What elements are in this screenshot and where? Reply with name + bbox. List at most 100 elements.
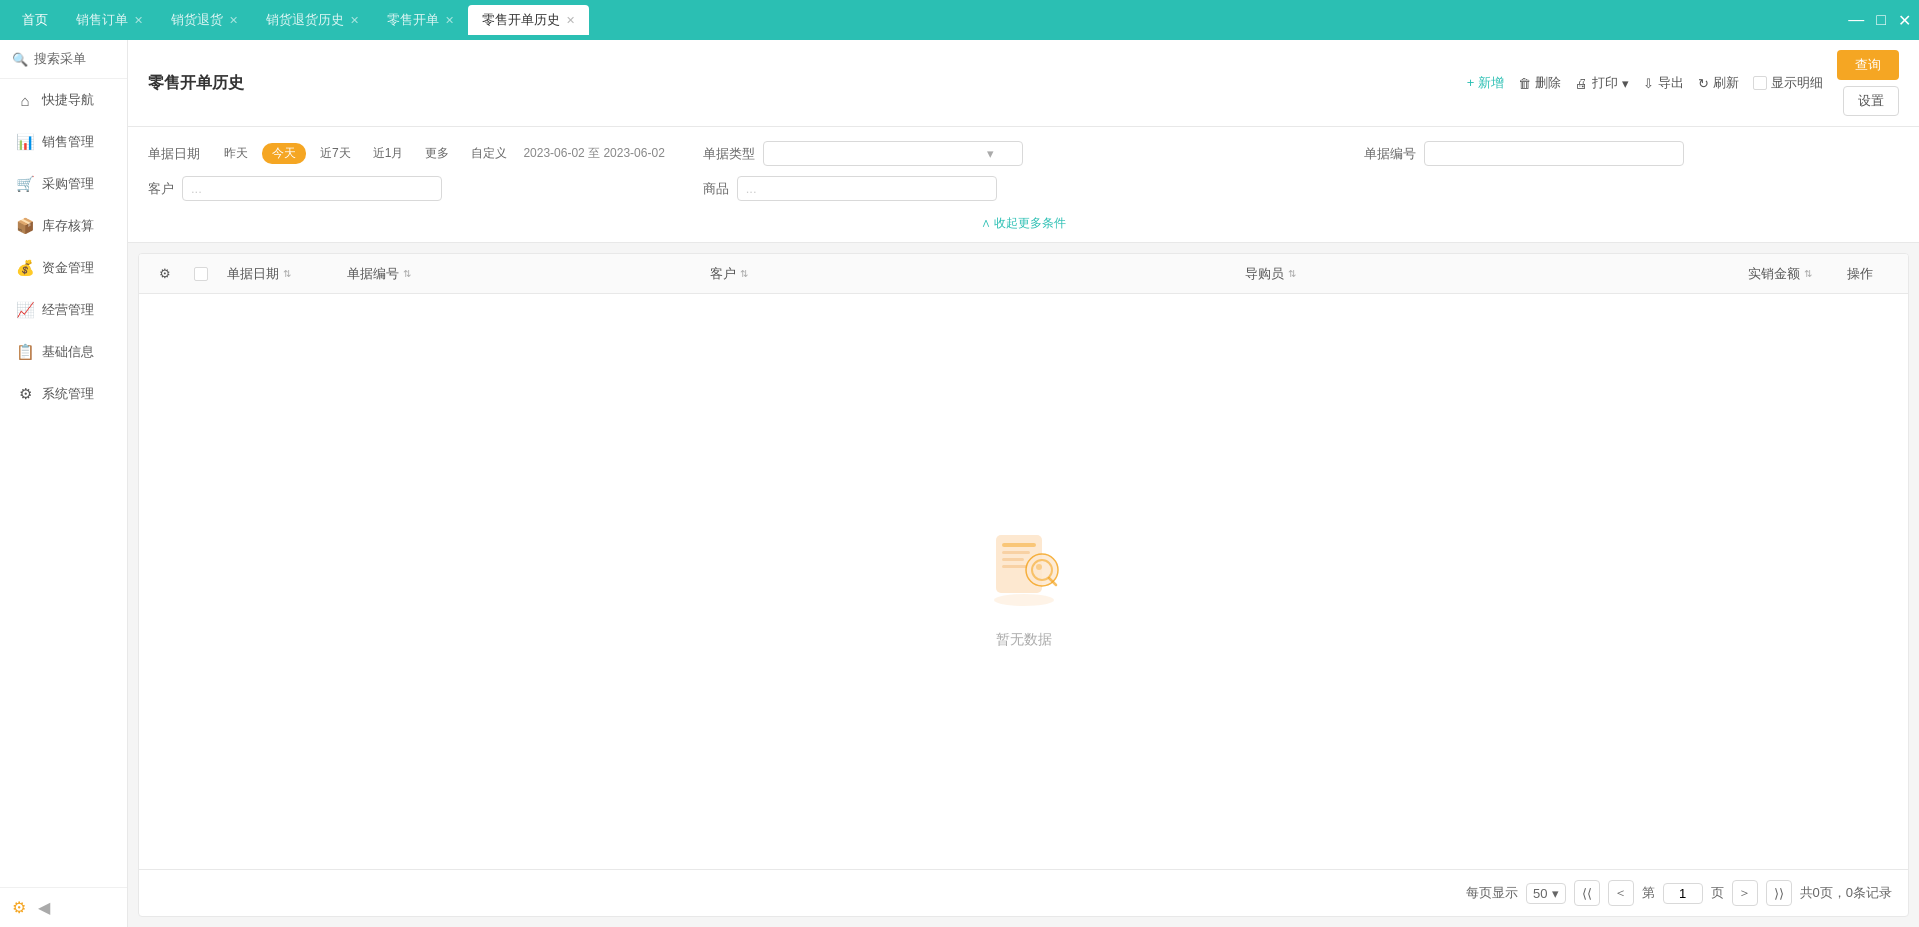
date-btn-7days[interactable]: 近7天 <box>312 143 359 164</box>
add-button[interactable]: + 新增 <box>1467 74 1504 92</box>
sidebar: 🔍 搜索采单 ⌂ 快捷导航 📊 销售管理 🛒 采购管理 📦 库存核算 💰 资金管… <box>0 40 128 927</box>
top-tab-bar: 首页 销售订单 ✕ 销货退货 ✕ 销货退货历史 ✕ 零售开单 ✕ 零售开单历史 … <box>0 0 1919 40</box>
tab-retail-history-label: 零售开单历史 <box>482 11 560 29</box>
tab-return[interactable]: 销货退货 ✕ <box>157 5 252 35</box>
tab-retail-label: 零售开单 <box>387 11 439 29</box>
table-select-all-checkbox[interactable] <box>194 267 208 281</box>
gear-icon: ⚙ <box>16 385 34 403</box>
th-customer-sort[interactable]: ⇅ <box>740 268 748 279</box>
sidebar-finance-mgmt-label: 资金管理 <box>42 259 94 277</box>
sidebar-search-label: 搜索采单 <box>34 50 86 68</box>
th-billno: 单据编号 ⇅ <box>339 265 702 283</box>
sidebar-item-purchase-mgmt[interactable]: 🛒 采购管理 <box>0 163 127 205</box>
query-button[interactable]: 查询 <box>1837 50 1899 80</box>
tab-sales-order[interactable]: 销售订单 ✕ <box>62 5 157 35</box>
sidebar-purchase-mgmt-label: 采购管理 <box>42 175 94 193</box>
home-icon: ⌂ <box>16 91 34 109</box>
tab-sales-order-label: 销售订单 <box>76 11 128 29</box>
maximize-btn[interactable]: □ <box>1876 11 1886 30</box>
page-prev-btn[interactable]: ＜ <box>1608 880 1634 906</box>
filter-bill-no-section: 单据编号 <box>1364 141 1899 166</box>
minimize-btn[interactable]: — <box>1848 11 1864 30</box>
delete-icon: 🗑 <box>1518 76 1531 91</box>
sidebar-item-inventory[interactable]: 📦 库存核算 <box>0 205 127 247</box>
sidebar-item-biz-mgmt[interactable]: 📈 经营管理 <box>0 289 127 331</box>
delete-button[interactable]: 🗑 删除 <box>1518 74 1561 92</box>
filter-bill-type-select[interactable]: ▾ <box>763 141 1023 166</box>
th-op-label: 操作 <box>1847 265 1873 283</box>
svg-point-0 <box>994 594 1054 606</box>
filter-customer-input[interactable]: ... <box>182 176 442 201</box>
sidebar-item-finance-mgmt[interactable]: 💰 资金管理 <box>0 247 127 289</box>
bottom-gear-icon[interactable]: ⚙ <box>12 898 26 917</box>
date-btn-yesterday[interactable]: 昨天 <box>216 143 256 164</box>
display-detail-button[interactable]: 显示明细 <box>1753 74 1823 92</box>
tab-return-history[interactable]: 销货退货历史 ✕ <box>252 5 373 35</box>
page-label: 第 <box>1642 884 1655 902</box>
date-btn-today[interactable]: 今天 <box>262 143 306 164</box>
th-date-sort[interactable]: ⇅ <box>283 268 291 279</box>
tab-retail[interactable]: 零售开单 ✕ <box>373 5 468 35</box>
filter-product-input[interactable]: ... <box>737 176 997 201</box>
empty-state: 暂无数据 <box>139 294 1908 869</box>
th-settings[interactable]: ⚙ <box>147 266 183 281</box>
filter-customer-label: 客户 <box>148 180 174 198</box>
table-header: ⚙ 单据日期 ⇅ 单据编号 ⇅ 客户 ⇅ 导购员 <box>139 254 1908 294</box>
date-btn-1month[interactable]: 近1月 <box>365 143 412 164</box>
sidebar-item-quick-nav[interactable]: ⌂ 快捷导航 <box>0 79 127 121</box>
filter-bill-no-input[interactable] <box>1424 141 1684 166</box>
refresh-button[interactable]: ↻ 刷新 <box>1698 74 1739 92</box>
print-label: 打印 <box>1592 74 1618 92</box>
print-button[interactable]: 🖨 打印 ▾ <box>1575 74 1629 92</box>
filter-date-label: 单据日期 <box>148 145 208 163</box>
empty-text: 暂无数据 <box>996 631 1052 649</box>
table-settings-icon[interactable]: ⚙ <box>159 266 171 281</box>
page-number-input[interactable] <box>1663 883 1703 904</box>
th-checkbox[interactable] <box>183 267 219 281</box>
per-page-select[interactable]: 50 ▾ <box>1526 883 1565 904</box>
print-dropdown-icon: ▾ <box>1622 76 1629 91</box>
tab-sales-order-close[interactable]: ✕ <box>134 14 143 27</box>
date-btn-custom[interactable]: 自定义 <box>463 143 515 164</box>
display-label: 显示明细 <box>1771 74 1823 92</box>
th-guide-label: 导购员 <box>1245 265 1284 283</box>
th-amount-sort[interactable]: ⇅ <box>1804 268 1812 279</box>
filter-bill-type-label: 单据类型 <box>703 145 755 163</box>
date-range-display: 2023-06-02 至 2023-06-02 <box>523 145 664 162</box>
page-next-btn[interactable]: ＞ <box>1732 880 1758 906</box>
sidebar-collapse-icon[interactable]: ◀ <box>38 898 50 917</box>
th-guide-sort[interactable]: ⇅ <box>1288 268 1296 279</box>
export-icon: ⇩ <box>1643 76 1654 91</box>
tab-home[interactable]: 首页 <box>8 5 62 35</box>
close-btn[interactable]: ✕ <box>1898 11 1911 30</box>
date-btn-more[interactable]: 更多 <box>417 143 457 164</box>
tab-return-history-close[interactable]: ✕ <box>350 14 359 27</box>
page-first-btn[interactable]: ⟨⟨ <box>1574 880 1600 906</box>
svg-point-9 <box>1036 564 1042 570</box>
sidebar-item-basic-info[interactable]: 📋 基础信息 <box>0 331 127 373</box>
print-icon: 🖨 <box>1575 76 1588 91</box>
tab-retail-history-close[interactable]: ✕ <box>566 14 575 27</box>
delete-label: 删除 <box>1535 74 1561 92</box>
page-suffix: 页 <box>1711 884 1724 902</box>
export-button[interactable]: ⇩ 导出 <box>1643 74 1684 92</box>
tab-retail-history[interactable]: 零售开单历史 ✕ <box>468 5 589 35</box>
sidebar-search[interactable]: 🔍 搜索采单 <box>0 40 127 79</box>
display-detail-checkbox[interactable] <box>1753 76 1767 90</box>
collapse-more-btn[interactable]: ∧ 收起更多条件 <box>148 211 1899 232</box>
content-area: 零售开单历史 + 新增 🗑 删除 🖨 打印 ▾ ⇩ 导出 ↻ <box>128 40 1919 927</box>
sidebar-item-sys-mgmt[interactable]: ⚙ 系统管理 <box>0 373 127 415</box>
tab-retail-close[interactable]: ✕ <box>445 14 454 27</box>
product-placeholder: ... <box>746 181 757 196</box>
setting-button[interactable]: 设置 <box>1843 86 1899 116</box>
filter-date-buttons: 昨天 今天 近7天 近1月 更多 自定义 <box>216 143 515 164</box>
page-last-btn[interactable]: ⟩⟩ <box>1766 880 1792 906</box>
filter-date-section: 单据日期 昨天 今天 近7天 近1月 更多 自定义 2023-06-02 至 2… <box>148 143 683 164</box>
sidebar-inventory-label: 库存核算 <box>42 217 94 235</box>
search-icon: 🔍 <box>12 52 28 67</box>
sidebar-item-sales-mgmt[interactable]: 📊 销售管理 <box>0 121 127 163</box>
refresh-icon: ↻ <box>1698 76 1709 91</box>
tab-return-close[interactable]: ✕ <box>229 14 238 27</box>
filter-product-section: 商品 ... <box>703 176 1345 201</box>
th-billno-sort[interactable]: ⇅ <box>403 268 411 279</box>
